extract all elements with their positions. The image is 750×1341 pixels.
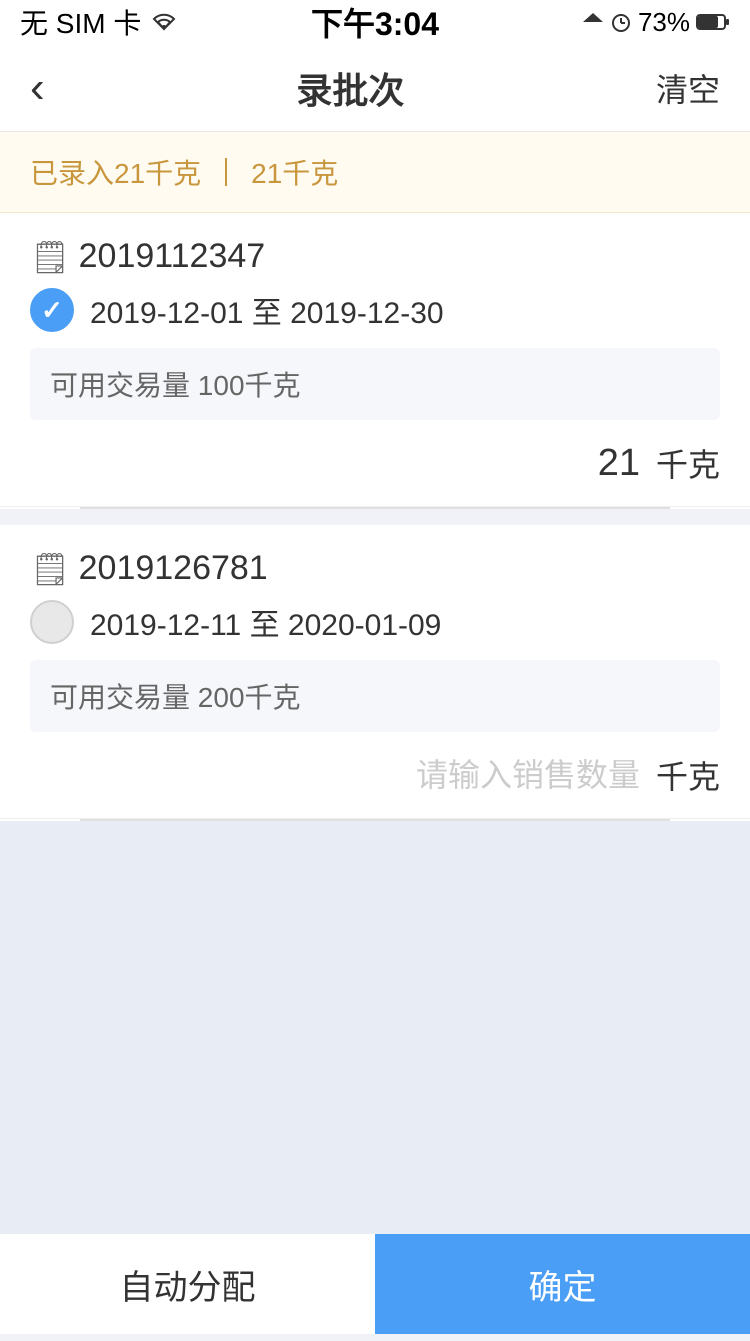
batch-1-inner: 🗒 2019112347 2019-12-01 至 2019-12-30 可用交… [0,213,750,420]
back-button[interactable]: ‹ [30,63,45,113]
empty-area [0,821,750,1241]
batch-1-quantity-row: 21 千克 [0,420,750,507]
batch-2-quantity-input[interactable] [220,757,640,794]
bottom-buttons: 自动分配 确定 [0,1234,750,1334]
batch-card-2: 🗒 2019126781 2019-12-11 至 2020-01-09 可用交… [0,525,750,821]
batch-1-date-row: 2019-12-01 至 2019-12-30 [30,288,720,332]
status-time: 下午3:04 [311,0,439,45]
status-bar: 无 SIM 卡 下午3:04 73% [0,0,750,44]
batch-1-quantity-unit: 千克 [656,440,720,486]
batch-2-available-row: 可用交易量 200千克 [30,660,720,732]
batch-2-id: 2019126781 [79,549,268,588]
batch-1-available-text: 可用交易量 100千克 [50,370,301,401]
wifi-icon [149,11,179,33]
batch-1-available-row: 可用交易量 100千克 [30,348,720,420]
batch-card-1: 🗒 2019112347 2019-12-01 至 2019-12-30 可用交… [0,213,750,509]
clear-button[interactable]: 清空 [656,65,720,111]
nav-title: 录批次 [296,62,404,114]
batch-2-quantity-row: 千克 [0,732,750,819]
batch-1-id-row: 🗒 2019112347 [30,237,720,276]
alarm-icon [610,11,632,33]
batch-2-available-text: 可用交易量 200千克 [50,682,301,713]
status-left: 无 SIM 卡 [20,2,179,42]
batch-2-checkbox[interactable] [30,600,74,644]
confirm-button[interactable]: 确定 [375,1234,750,1334]
auto-distribute-button[interactable]: 自动分配 [0,1234,375,1334]
location-icon [582,11,604,33]
batch-1-date: 2019-12-01 至 2019-12-30 [90,288,444,332]
batch-1-quantity-value: 21 [598,442,640,485]
batch-1-doc-icon: 🗒 [30,238,71,276]
battery-icon [696,13,730,31]
carrier-text: 无 SIM 卡 [20,2,141,42]
status-right: 73% [582,7,730,38]
batch-1-id: 2019112347 [79,237,266,276]
summary-bar: 已录入21千克 21千克 [0,132,750,213]
batch-2-inner: 🗒 2019126781 2019-12-11 至 2020-01-09 可用交… [0,525,750,732]
section-separator-1 [0,509,750,525]
summary-label: 已录入21千克 [30,152,201,192]
page-content: 已录入21千克 21千克 🗒 2019112347 2019-12-01 至 2… [0,132,750,1341]
batch-2-date: 2019-12-11 至 2020-01-09 [90,600,441,644]
nav-bar: ‹ 录批次 清空 [0,44,750,132]
batch-2-id-row: 🗒 2019126781 [30,549,720,588]
summary-value: 21千克 [251,152,338,192]
batch-2-doc-icon: 🗒 [30,550,71,588]
batch-2-quantity-unit: 千克 [656,752,720,798]
battery-percent: 73% [638,7,690,38]
summary-divider [225,158,227,186]
batch-1-checkbox[interactable] [30,288,74,332]
batch-2-date-row: 2019-12-11 至 2020-01-09 [30,600,720,644]
